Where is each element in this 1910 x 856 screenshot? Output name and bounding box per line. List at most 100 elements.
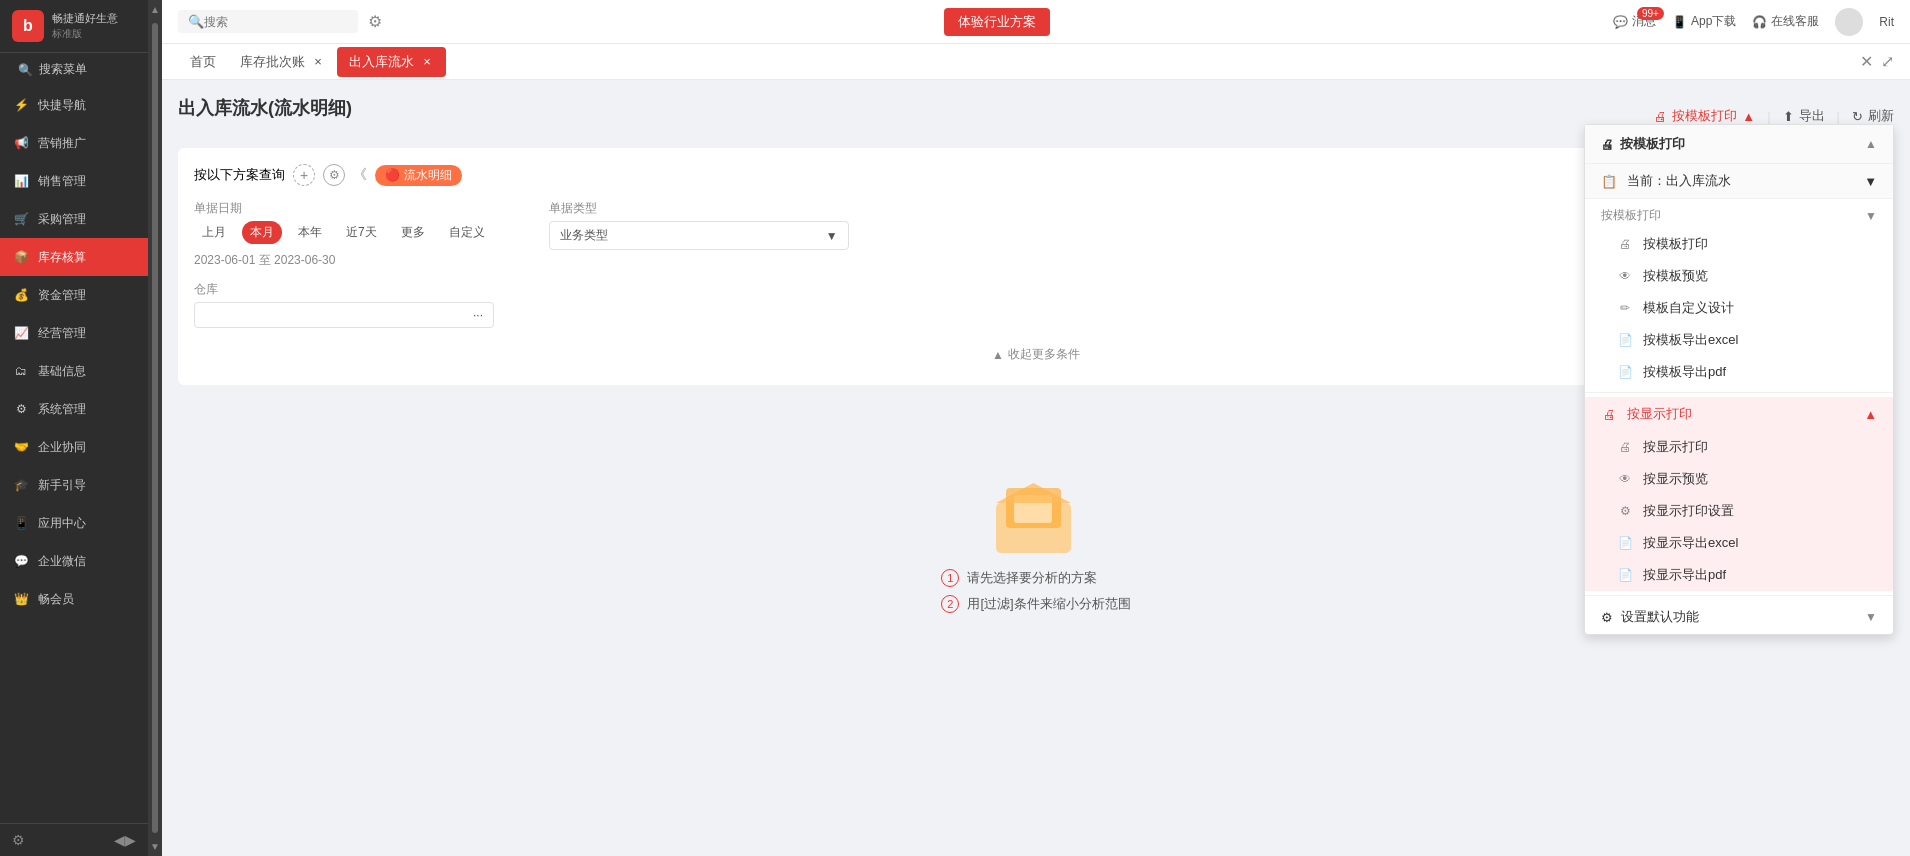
- date-7days-btn[interactable]: 近7天: [338, 221, 385, 244]
- sidebar-item-collab[interactable]: 🤝企业协同: [0, 428, 148, 466]
- dropdown-template-export-excel-item[interactable]: 📄 按模板导出excel: [1585, 324, 1893, 356]
- app-icon: 📱: [1672, 15, 1687, 29]
- refresh-btn[interactable]: ↻ 刷新: [1852, 107, 1894, 125]
- tab-flow-close-btn[interactable]: ×: [420, 55, 434, 69]
- dropdown-collapse-btn[interactable]: ▲: [1865, 137, 1877, 151]
- sidebar-settings-btn[interactable]: ⚙: [12, 832, 25, 848]
- tab-expand-btn[interactable]: ⤢: [1881, 52, 1894, 71]
- dropdown-template-customize-item[interactable]: ✏ 模板自定义设计: [1585, 292, 1893, 324]
- user-avatar[interactable]: [1835, 8, 1863, 36]
- scroll-down-btn[interactable]: ▼: [150, 837, 160, 856]
- tabs-right-controls: ✕ ⤢: [1860, 52, 1894, 71]
- topbar-search-box[interactable]: 🔍: [178, 10, 358, 33]
- sidebar-item-system[interactable]: ⚙系统管理: [0, 390, 148, 428]
- sidebar-item-label: 经营管理: [38, 325, 86, 342]
- dropdown-title: 🖨 按模板打印: [1601, 135, 1685, 153]
- sidebar-item-label: 系统管理: [38, 401, 86, 418]
- basic-icon: 🗂: [12, 362, 30, 380]
- filter-settings-btn[interactable]: ⚙: [323, 164, 345, 186]
- filter-doc-type-label: 单据类型: [549, 200, 849, 217]
- app-logo-icon: b: [12, 10, 44, 42]
- sidebar-collapse-btn[interactable]: ◀▶: [114, 832, 136, 848]
- template-section-arrow-icon[interactable]: ▼: [1865, 209, 1877, 223]
- main-content: 🔍 ⚙ 体验行业方案 💬 消息 99+ 📱 App下载 🎧 在线客服 Rit: [162, 0, 1910, 856]
- topbar-gear-icon[interactable]: ⚙: [368, 12, 382, 31]
- scroll-thumb[interactable]: [152, 23, 158, 833]
- display-preview-item-icon: 👁: [1617, 471, 1633, 487]
- filter-doc-type-select[interactable]: 业务类型 ▼: [549, 221, 849, 250]
- inventory-icon: 📦: [12, 248, 30, 266]
- sidebar-item-purchase[interactable]: 🛒采购管理: [0, 200, 148, 238]
- sidebar-item-marketing[interactable]: 📢 营销推广: [0, 124, 148, 162]
- date-more-btn[interactable]: 更多: [393, 221, 433, 244]
- tab-batch-label: 库存批次账: [240, 53, 305, 71]
- sidebar-search-label: 搜索菜单: [39, 61, 87, 78]
- topbar-search-icon: 🔍: [188, 14, 204, 29]
- topbar-right: 💬 消息 99+ 📱 App下载 🎧 在线客服 Rit: [1613, 8, 1894, 36]
- sidebar-item-finance[interactable]: 💰资金管理: [0, 276, 148, 314]
- filter-tag-icon: 🔴: [385, 168, 400, 182]
- sidebar-item-quick-nav[interactable]: ⚡快捷导航: [0, 86, 148, 124]
- username-label[interactable]: Rit: [1879, 15, 1894, 29]
- trial-btn[interactable]: 体验行业方案: [944, 8, 1050, 36]
- tab-batch[interactable]: 库存批次账 ×: [228, 47, 337, 77]
- purchase-icon: 🛒: [12, 210, 30, 228]
- date-current-year-btn[interactable]: 本年: [290, 221, 330, 244]
- empty-steps: 1 请先选择要分析的方案 2 用[过滤]条件来缩小分析范围: [941, 569, 1130, 621]
- dropdown-template-preview-item[interactable]: 👁 按模板预览: [1585, 260, 1893, 292]
- dropdown-current-item[interactable]: 📋 当前：出入库流水 ▼: [1585, 164, 1893, 199]
- date-last-month-btn[interactable]: 上月: [194, 221, 234, 244]
- filter-collapse-label: 收起更多条件: [1008, 346, 1080, 363]
- template-customize-item-icon: ✏: [1617, 300, 1633, 316]
- sidebar-item-sales[interactable]: 📊销售管理: [0, 162, 148, 200]
- dropdown-template-print-item[interactable]: 🖨 按模板打印: [1585, 228, 1893, 260]
- export-icon: ⬆: [1783, 109, 1794, 124]
- dropdown-display-export-excel-item[interactable]: 📄 按显示导出excel: [1585, 527, 1893, 559]
- filter-add-btn[interactable]: +: [293, 164, 315, 186]
- filter-tag[interactable]: 🔴 流水明细: [375, 165, 462, 186]
- sidebar-item-wechat[interactable]: 💬企业微信: [0, 542, 148, 580]
- topbar-message-btn[interactable]: 💬 消息 99+: [1613, 13, 1656, 30]
- display-print-item-icon: 🖨: [1617, 439, 1633, 455]
- sidebar-item-label: 快捷导航: [38, 97, 86, 114]
- tab-home[interactable]: 首页: [178, 47, 228, 77]
- dropdown-footer[interactable]: ⚙ 设置默认功能 ▼: [1585, 600, 1893, 634]
- tab-flow[interactable]: 出入库流水 ×: [337, 47, 446, 77]
- page-content: 出入库流水(流水明细) 🖨 按模板打印 ▲ | ⬆ 导出 | ↻ 刷新: [162, 80, 1910, 856]
- marketing-icon: 📢: [12, 134, 30, 152]
- template-print-btn[interactable]: 🖨 按模板打印 ▲: [1654, 107, 1755, 125]
- sidebar-item-apps[interactable]: 📱应用中心: [0, 504, 148, 542]
- topbar-app-download-btn[interactable]: 📱 App下载: [1672, 13, 1736, 30]
- sidebar-item-guide[interactable]: 🎓新手引导: [0, 466, 148, 504]
- scroll-up-btn[interactable]: ▲: [150, 0, 160, 19]
- date-custom-btn[interactable]: 自定义: [441, 221, 493, 244]
- filter-warehouse-field: 仓库 ···: [194, 281, 494, 328]
- sidebar-item-inventory[interactable]: 📦 库存核算: [0, 238, 148, 276]
- apps-icon: 📱: [12, 514, 30, 532]
- topbar-online-service-btn[interactable]: 🎧 在线客服: [1752, 13, 1819, 30]
- dropdown-display-print-item[interactable]: 🖨 按显示打印: [1585, 431, 1893, 463]
- export-btn[interactable]: ⬆ 导出: [1783, 107, 1825, 125]
- dropdown-template-export-pdf-item[interactable]: 📄 按模板导出pdf: [1585, 356, 1893, 388]
- sidebar-item-label: 企业协同: [38, 439, 86, 456]
- finance-icon: 💰: [12, 286, 30, 304]
- sidebar-item-basic[interactable]: 🗂基础信息: [0, 352, 148, 390]
- sidebar-item-label: 营销推广: [38, 135, 86, 152]
- tab-close-all-btn[interactable]: ✕: [1860, 52, 1873, 71]
- dropdown-display-export-pdf-item[interactable]: 📄 按显示导出pdf: [1585, 559, 1893, 591]
- filter-expand-btn[interactable]: 《: [353, 166, 367, 184]
- sidebar-search-item[interactable]: 🔍 搜索菜单: [0, 53, 148, 86]
- template-export-excel-icon: 📄: [1617, 332, 1633, 348]
- dropdown-display-preview-item[interactable]: 👁 按显示预览: [1585, 463, 1893, 495]
- dropdown-display-section-header[interactable]: 🖨 按显示打印 ▲: [1585, 397, 1893, 431]
- filter-warehouse-select[interactable]: ···: [194, 302, 494, 328]
- date-current-month-btn[interactable]: 本月: [242, 221, 282, 244]
- dropdown-display-print-settings-item[interactable]: ⚙ 按显示打印设置: [1585, 495, 1893, 527]
- sidebar-item-member[interactable]: 👑畅会员: [0, 580, 148, 618]
- sidebar-item-label: 库存核算: [38, 249, 86, 266]
- topbar-search-input[interactable]: [204, 15, 334, 29]
- dropdown-header: 🖨 按模板打印 ▲: [1585, 125, 1893, 164]
- tab-batch-close-btn[interactable]: ×: [311, 55, 325, 69]
- sidebar-item-operation[interactable]: 📈经营管理: [0, 314, 148, 352]
- headset-icon: 🎧: [1752, 15, 1767, 29]
